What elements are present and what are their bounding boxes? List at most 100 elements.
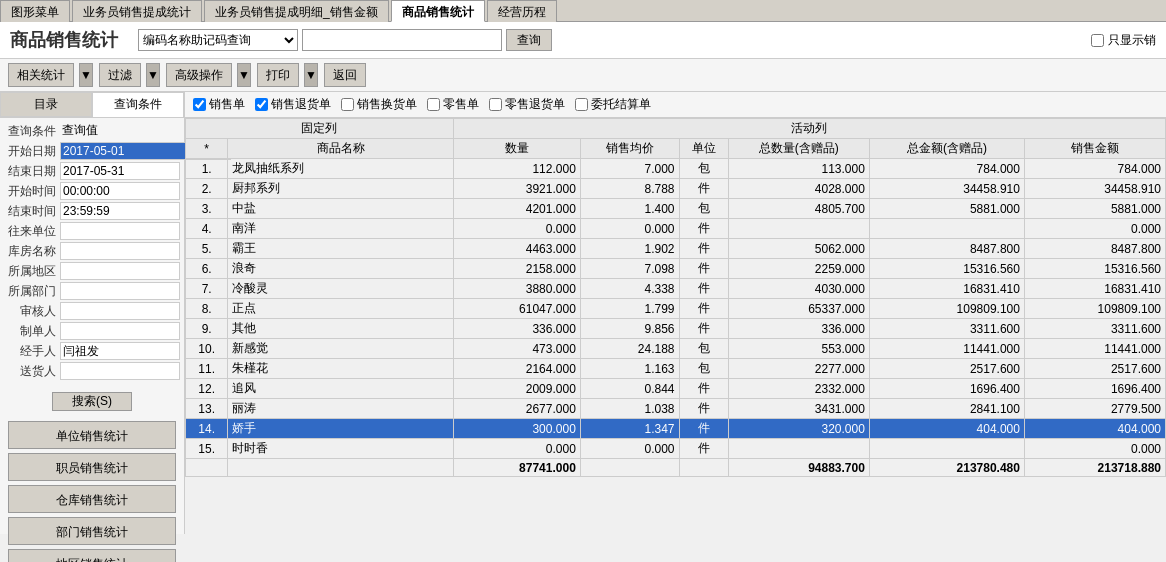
table-row[interactable]: 10.新感觉473.00024.188包553.00011441.0001144… xyxy=(186,339,1166,359)
back-button[interactable]: 返回 xyxy=(324,63,366,87)
table-row[interactable]: 2.厨邦系列3921.0008.788件4028.00034458.910344… xyxy=(186,179,1166,199)
unit-sales-stat-button[interactable]: 单位销售统计 xyxy=(8,421,176,449)
filter-end-time-input[interactable] xyxy=(60,202,180,220)
tab-business-history[interactable]: 经营历程 xyxy=(487,0,557,22)
related-stats-button[interactable]: 相关统计 xyxy=(8,63,74,87)
print-dropdown[interactable]: ▼ xyxy=(304,63,318,87)
checkbox-sales: 销售单 xyxy=(193,96,245,113)
tab-product-sales[interactable]: 商品销售统计 xyxy=(391,0,485,22)
filter-start-time-label: 开始时间 xyxy=(4,183,60,200)
filter-end-time-label: 结束时间 xyxy=(4,203,60,220)
col-avg-price-header: 销售均价 xyxy=(580,139,679,159)
filter-start-time-row: 开始时间 xyxy=(4,182,180,200)
footer-total-qty: 94883.700 xyxy=(728,459,869,477)
filter-warehouse-input[interactable] xyxy=(60,242,180,260)
retail-checkbox[interactable] xyxy=(427,98,440,111)
main-area: 销售单 销售退货单 销售换货单 零售单 零售退货单 委托结算单 xyxy=(185,92,1166,534)
advanced-op-dropdown[interactable]: ▼ xyxy=(237,63,251,87)
sales-table: 固定列 活动列 * 商品名称 数量 销售均价 单位 总数量(含赠品) 总金额(含… xyxy=(185,118,1166,477)
warehouse-sales-stat-button[interactable]: 仓库销售统计 xyxy=(8,485,176,513)
sales-checkbox[interactable] xyxy=(193,98,206,111)
footer-sale-amt: 213718.880 xyxy=(1024,459,1165,477)
col-unit-header: 单位 xyxy=(679,139,728,159)
filter-col-label: 查询条件 xyxy=(4,123,60,140)
filter-start-date-row: 开始日期 ... xyxy=(4,142,180,160)
filter-creator-input[interactable] xyxy=(60,322,180,340)
show-only-check[interactable] xyxy=(1091,34,1104,47)
search-button[interactable]: 查询 xyxy=(506,29,552,51)
sales-exchange-checkbox[interactable] xyxy=(341,98,354,111)
filter-dropdown[interactable]: ▼ xyxy=(146,63,160,87)
filter-end-time-row: 结束时间 xyxy=(4,202,180,220)
table-row[interactable]: 14.娇手300.0001.347件320.000404.000404.000 xyxy=(186,419,1166,439)
table-row[interactable]: 4.南洋0.0000.000件0.000 xyxy=(186,219,1166,239)
consignment-checkbox[interactable] xyxy=(575,98,588,111)
filter-end-date-row: 结束日期 xyxy=(4,162,180,180)
filter-end-date-input[interactable] xyxy=(60,162,180,180)
print-button[interactable]: 打印 xyxy=(257,63,299,87)
filter-partner-label: 往来单位 xyxy=(4,223,60,240)
main-toolbar: 相关统计 ▼ 过滤 ▼ 高级操作 ▼ 打印 ▼ 返回 xyxy=(0,59,1166,92)
table-row[interactable]: 12.追风2009.0000.844件2332.0001696.4001696.… xyxy=(186,379,1166,399)
sales-exchange-label: 销售换货单 xyxy=(357,96,417,113)
left-tabs: 目录 查询条件 xyxy=(0,92,184,118)
filter-region-row: 所属地区 xyxy=(4,262,180,280)
filter-col-value: 查询值 xyxy=(60,122,180,140)
filter-dept-row: 所属部门 xyxy=(4,282,180,300)
search-input[interactable] xyxy=(302,29,502,51)
filter-dept-input[interactable] xyxy=(60,282,180,300)
tab-figure-menu[interactable]: 图形菜单 xyxy=(0,0,70,22)
show-only-checkbox: 只显示销 xyxy=(1091,32,1156,49)
filter-region-input[interactable] xyxy=(60,262,180,280)
table-row[interactable]: 13.丽涛2677.0001.038件3431.0002841.1002779.… xyxy=(186,399,1166,419)
footer-total-amt: 213780.480 xyxy=(869,459,1024,477)
filter-dept-label: 所属部门 xyxy=(4,283,60,300)
filter-auditor-input[interactable] xyxy=(60,302,180,320)
table-row[interactable]: 3.中盐4201.0001.400包4805.7005881.0005881.0… xyxy=(186,199,1166,219)
filter-partner-input[interactable] xyxy=(60,222,180,240)
checkbox-sales-return: 销售退货单 xyxy=(255,96,331,113)
filter-button[interactable]: 过滤 xyxy=(99,63,141,87)
filter-auditor-label: 审核人 xyxy=(4,303,60,320)
table-row[interactable]: 8.正点61047.0001.799件65337.000109809.10010… xyxy=(186,299,1166,319)
filter-handler-input[interactable] xyxy=(60,342,180,360)
table-row[interactable]: 9.其他336.0009.856件336.0003311.6003311.600 xyxy=(186,319,1166,339)
filter-grid: 查询条件 查询值 开始日期 ... 结束日期 开始时间 xyxy=(0,118,184,386)
staff-sales-stat-button[interactable]: 职员销售统计 xyxy=(8,453,176,481)
search-execute-button[interactable]: 搜索(S) xyxy=(52,392,132,411)
footer-empty3 xyxy=(580,459,679,477)
left-tab-filter[interactable]: 查询条件 xyxy=(92,92,184,117)
col-product-name-header: 商品名称 xyxy=(228,139,454,159)
table-row[interactable]: 5.霸王4463.0001.902件5062.0008487.8008487.8… xyxy=(186,239,1166,259)
filter-creator-label: 制单人 xyxy=(4,323,60,340)
search-bar: 编码名称助记码查询 查询 xyxy=(138,29,1081,51)
checkbox-retail: 零售单 xyxy=(427,96,479,113)
sales-return-checkbox[interactable] xyxy=(255,98,268,111)
left-tab-directory[interactable]: 目录 xyxy=(0,92,92,117)
filter-warehouse-row: 库房名称 xyxy=(4,242,180,260)
retail-return-checkbox[interactable] xyxy=(489,98,502,111)
footer-empty1 xyxy=(186,459,228,477)
tab-staff-sales-detail[interactable]: 业务员销售提成明细_销售金额 xyxy=(204,0,389,22)
doc-type-checkboxes: 销售单 销售退货单 销售换货单 零售单 零售退货单 委托结算单 xyxy=(185,92,1166,118)
table-row[interactable]: 15.时时香0.0000.000件0.000 xyxy=(186,439,1166,459)
filter-region-label: 所属地区 xyxy=(4,263,60,280)
filter-auditor-row: 审核人 xyxy=(4,302,180,320)
table-footer-row: 87741.000 94883.700 213780.480 213718.88… xyxy=(186,459,1166,477)
region-sales-stat-button[interactable]: 地区销售统计 xyxy=(8,549,176,562)
table-row[interactable]: 1.龙凤抽纸系列112.0007.000包113.000784.000784.0… xyxy=(186,159,1166,179)
table-row[interactable]: 11.朱槿花2164.0001.163包2277.0002517.6002517… xyxy=(186,359,1166,379)
related-stats-dropdown[interactable]: ▼ xyxy=(79,63,93,87)
advanced-op-button[interactable]: 高级操作 xyxy=(166,63,232,87)
dept-sales-stat-button[interactable]: 部门销售统计 xyxy=(8,517,176,545)
table-row[interactable]: 6.浪奇2158.0007.098件2259.00015316.56015316… xyxy=(186,259,1166,279)
table-row[interactable]: 7.冷酸灵3880.0004.338件4030.00016831.4101683… xyxy=(186,279,1166,299)
tab-staff-sales-stats[interactable]: 业务员销售提成统计 xyxy=(72,0,202,22)
filter-delivery-label: 送货人 xyxy=(4,363,60,380)
filter-start-time-input[interactable] xyxy=(60,182,180,200)
filter-delivery-input[interactable] xyxy=(60,362,180,380)
footer-empty4 xyxy=(679,459,728,477)
search-type-select[interactable]: 编码名称助记码查询 xyxy=(138,29,298,51)
sales-label: 销售单 xyxy=(209,96,245,113)
filter-handler-label: 经手人 xyxy=(4,343,60,360)
